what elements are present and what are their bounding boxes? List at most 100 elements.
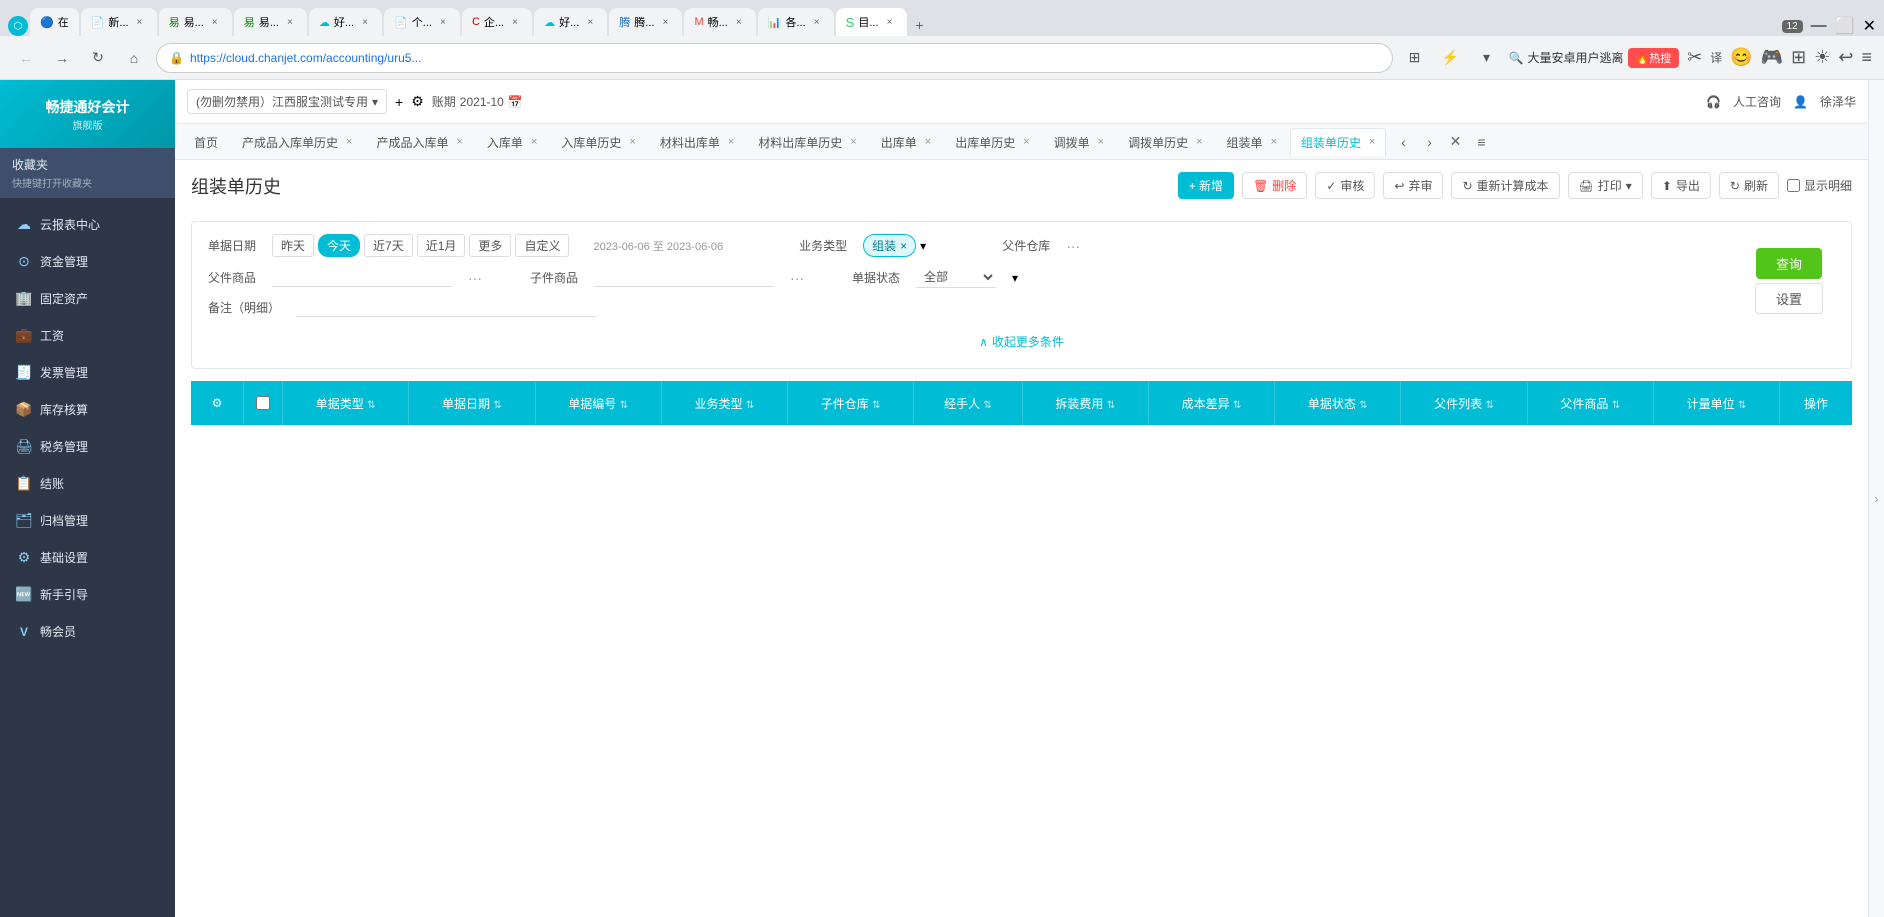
grid-icon[interactable]: ⊞ xyxy=(1791,47,1806,68)
sidebar-item-invoice-mgmt[interactable]: 🧾 发票管理 xyxy=(0,354,175,391)
right-collapse-panel[interactable]: › xyxy=(1868,80,1884,917)
th-biz-type[interactable]: 业务类型 ⇅ xyxy=(661,381,787,425)
tab-close-in-order[interactable]: × xyxy=(531,136,537,148)
delete-button[interactable]: 🗑 删除 xyxy=(1242,172,1307,199)
tab-home[interactable]: 首页 xyxy=(183,128,229,156)
sidebar-item-salary[interactable]: 💼 工资 xyxy=(0,317,175,354)
tab-assemble[interactable]: 组装单 × xyxy=(1216,128,1288,156)
sun-icon[interactable]: ☀ xyxy=(1814,47,1830,68)
extensions-button[interactable]: ⊞ xyxy=(1401,44,1429,72)
tab-close-assemble-history[interactable]: × xyxy=(1369,136,1375,148)
browser-tab-4[interactable]: 易 易... × xyxy=(234,8,307,36)
browser-tab-8[interactable]: ☁ 好... × xyxy=(534,8,607,36)
tab-close-adjust-history[interactable]: × xyxy=(1196,136,1202,148)
th-checkbox[interactable] xyxy=(244,381,283,425)
date-btn-yesterday[interactable]: 昨天 xyxy=(272,234,314,257)
tab-material-out[interactable]: 材料出库单 × xyxy=(649,128,745,156)
new-tab-button[interactable]: + xyxy=(909,14,931,36)
tab-close-3[interactable]: × xyxy=(208,15,222,29)
dropdown-button[interactable]: ▾ xyxy=(1473,44,1501,72)
browser-tab-9[interactable]: 腾 腾... × xyxy=(609,8,682,36)
tab-close-12[interactable]: × xyxy=(883,15,897,29)
scissors-icon[interactable]: ✂ xyxy=(1687,47,1702,68)
settings-company-icon[interactable]: ⚙ xyxy=(411,93,424,110)
child-goods-more-icon[interactable]: ··· xyxy=(790,270,804,286)
tab-in-history[interactable]: 入库单历史 × xyxy=(550,128,646,156)
parent-goods-more-icon[interactable]: ··· xyxy=(468,270,482,286)
refresh-button-action[interactable]: ↻ 刷新 xyxy=(1719,172,1779,199)
business-type-tag-close[interactable]: × xyxy=(900,239,907,253)
emoji-icon[interactable]: 😊 xyxy=(1730,47,1752,68)
browser-tab-11[interactable]: 📊 各... × xyxy=(758,8,834,36)
tab-close-out-order[interactable]: × xyxy=(925,136,931,148)
tab-close-6[interactable]: × xyxy=(436,15,450,29)
tab-out-history[interactable]: 出库单历史 × xyxy=(944,128,1040,156)
tab-adjust-history[interactable]: 调拨单历史 × xyxy=(1117,128,1213,156)
sidebar-item-fixed-assets[interactable]: 🏢 固定资产 xyxy=(0,280,175,317)
tab-close-adjust[interactable]: × xyxy=(1098,136,1104,148)
tab-more-button[interactable]: ≡ xyxy=(1470,131,1492,153)
abandon-button[interactable]: ↩ 弃审 xyxy=(1383,172,1443,199)
th-no[interactable]: 单据编号 ⇅ xyxy=(535,381,661,425)
undo-icon[interactable]: ↩ xyxy=(1838,47,1853,68)
maximize-icon[interactable]: ⬜ xyxy=(1835,16,1855,36)
print-button[interactable]: 🖨 打印 ▾ xyxy=(1568,172,1643,199)
tab-close-4[interactable]: × xyxy=(283,15,297,29)
parent-goods-input[interactable] xyxy=(272,268,452,287)
th-handler[interactable]: 经手人 ⇅ xyxy=(914,381,1022,425)
back-button[interactable]: ← xyxy=(12,44,40,72)
th-disassemble-fee[interactable]: 拆装费用 ⇅ xyxy=(1022,381,1148,425)
tab-close-5[interactable]: × xyxy=(358,15,372,29)
sidebar-item-settlement[interactable]: 📋 结账 xyxy=(0,465,175,502)
order-status-select[interactable]: 全部 待审核 已审核 xyxy=(916,267,996,288)
th-date[interactable]: 单据日期 ⇅ xyxy=(409,381,535,425)
query-button[interactable]: 查询 xyxy=(1756,248,1822,279)
sidebar-item-inventory[interactable]: 📦 库存核算 xyxy=(0,391,175,428)
tab-in-order[interactable]: 入库单 × xyxy=(476,128,548,156)
forward-button[interactable]: → xyxy=(48,44,76,72)
business-type-dropdown-icon[interactable]: ▾ xyxy=(920,239,926,253)
translate-icon[interactable]: 译 xyxy=(1710,49,1722,66)
set-button[interactable]: 设置 xyxy=(1755,283,1823,314)
child-goods-input[interactable] xyxy=(594,268,774,287)
home-button[interactable]: ⌂ xyxy=(120,44,148,72)
sidebar-item-fund-mgmt[interactable]: ⊙ 资金管理 xyxy=(0,243,175,280)
add-company-icon[interactable]: + xyxy=(395,94,403,110)
sidebar-favorites[interactable]: 收藏夹 快捷键打开收藏夹 xyxy=(0,148,175,198)
tab-close-7[interactable]: × xyxy=(508,15,522,29)
show-detail-checkbox[interactable]: 显示明细 xyxy=(1787,177,1852,194)
sidebar-item-archive-mgmt[interactable]: 🗂 归档管理 xyxy=(0,502,175,539)
tab-close-2[interactable]: × xyxy=(133,15,147,29)
tab-close-prod-in-history[interactable]: × xyxy=(346,136,352,148)
tab-close-prod-in[interactable]: × xyxy=(456,136,462,148)
table-settings-icon[interactable]: ⚙ xyxy=(203,389,231,417)
date-btn-1month[interactable]: 近1月 xyxy=(417,234,466,257)
collapse-row[interactable]: ∧ 收起更多条件 xyxy=(208,327,1835,356)
add-button[interactable]: + 新增 xyxy=(1178,172,1234,199)
sidebar-item-basic-settings[interactable]: ⚙ 基础设置 xyxy=(0,539,175,576)
tab-close-9[interactable]: × xyxy=(658,15,672,29)
date-btn-today[interactable]: 今天 xyxy=(318,234,360,257)
tab-close-out-history[interactable]: × xyxy=(1023,136,1029,148)
address-bar[interactable]: 🔒 https://cloud.chanjet.com/accounting/u… xyxy=(156,43,1393,73)
browser-tab-3[interactable]: 易 易... × xyxy=(159,8,232,36)
th-cost-diff[interactable]: 成本差异 ⇅ xyxy=(1148,381,1274,425)
browser-tab-6[interactable]: 📄 个... × xyxy=(384,8,460,36)
tab-close-all-button[interactable]: ✕ xyxy=(1444,131,1466,153)
browser-tab-10[interactable]: M 畅... × xyxy=(684,8,755,36)
th-type[interactable]: 单据类型 ⇅ xyxy=(283,381,409,425)
date-btn-7days[interactable]: 近7天 xyxy=(364,234,413,257)
game-icon[interactable]: 🎮 xyxy=(1761,47,1783,68)
refresh-button[interactable]: ↻ xyxy=(84,44,112,72)
browser-tab-2[interactable]: 📄 新... × xyxy=(81,8,157,36)
tab-close-assemble[interactable]: × xyxy=(1271,136,1277,148)
tab-adjust[interactable]: 调拨单 × xyxy=(1043,128,1115,156)
tab-close-in-history[interactable]: × xyxy=(629,136,635,148)
tab-close-11[interactable]: × xyxy=(810,15,824,29)
sidebar-item-tax-mgmt[interactable]: 🖨 税务管理 xyxy=(0,428,175,465)
company-selector[interactable]: (勿删勿禁用）江西服宝测试专用 ▾ xyxy=(187,89,387,114)
tab-prod-in-history[interactable]: 产成品入库单历史 × xyxy=(231,128,363,156)
hot-search-button[interactable]: 🔥热搜 xyxy=(1628,48,1680,68)
tab-close-material-out[interactable]: × xyxy=(728,136,734,148)
th-parent-list[interactable]: 父件列表 ⇅ xyxy=(1401,381,1527,425)
